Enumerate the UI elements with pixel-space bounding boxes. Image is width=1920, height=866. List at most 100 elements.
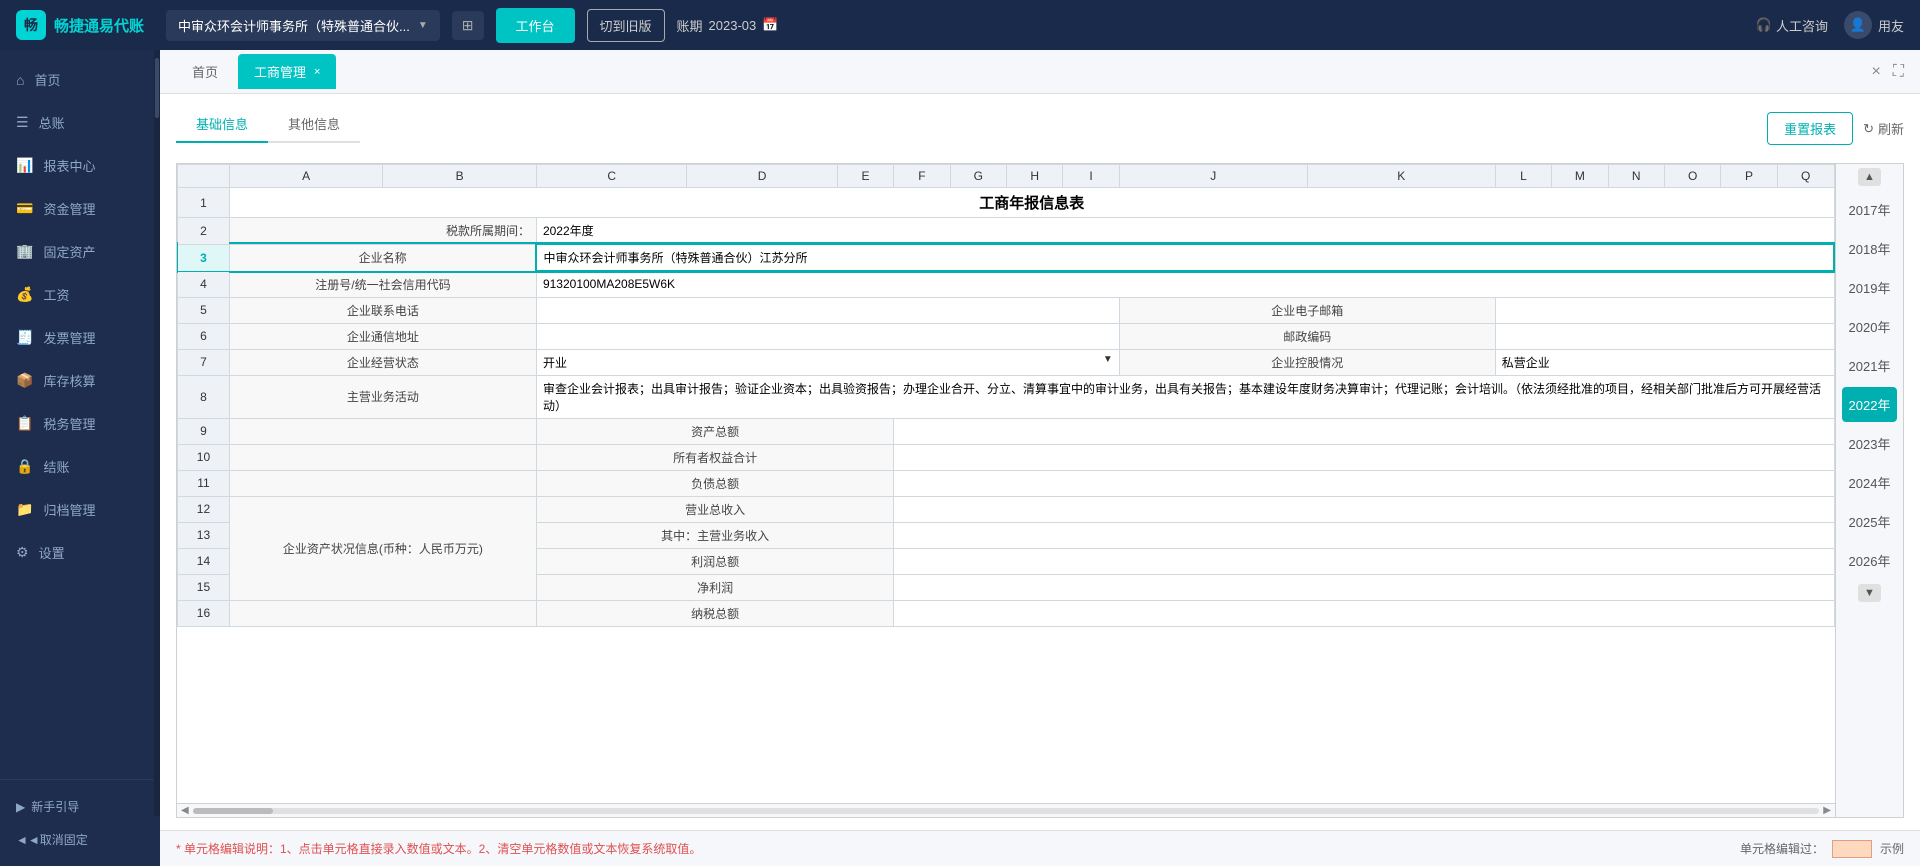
calendar-icon[interactable]: 📅 bbox=[762, 17, 778, 33]
label-cell[interactable]: 企业经营状态 bbox=[229, 349, 536, 375]
value-cell[interactable] bbox=[894, 574, 1834, 600]
workbench-button[interactable]: 工作台 bbox=[496, 8, 575, 43]
value-cell[interactable] bbox=[894, 444, 1834, 470]
value-cell[interactable] bbox=[1495, 323, 1834, 349]
label-cell[interactable]: 营业总收入 bbox=[536, 496, 893, 522]
col-b[interactable]: B bbox=[383, 165, 537, 188]
sidebar-item-report[interactable]: 📊 报表中心 bbox=[0, 144, 160, 187]
col-a[interactable]: A bbox=[229, 165, 382, 188]
label-cell[interactable]: 企业联系电话 bbox=[229, 297, 536, 323]
refresh-button[interactable]: ↻ 刷新 bbox=[1863, 119, 1904, 138]
tab-other-info[interactable]: 其他信息 bbox=[268, 106, 360, 143]
value-cell[interactable] bbox=[894, 470, 1834, 496]
old-version-button[interactable]: 切到旧版 bbox=[587, 9, 665, 42]
value-cell[interactable] bbox=[894, 600, 1834, 626]
sidebar-item-invoice[interactable]: 🧾 发票管理 bbox=[0, 316, 160, 359]
col-g[interactable]: G bbox=[950, 165, 1006, 188]
sidebar-item-close[interactable]: 🔒 结账 bbox=[0, 445, 160, 488]
label-cell[interactable]: 纳税总额 bbox=[536, 600, 893, 626]
value-cell[interactable]: 开业 ▼ bbox=[536, 349, 1119, 375]
sidebar-item-home[interactable]: ⌂ 首页 bbox=[0, 58, 160, 101]
year-down-button[interactable]: ▼ bbox=[1858, 584, 1881, 602]
col-j[interactable]: J bbox=[1119, 165, 1307, 188]
close-tab-icon[interactable]: × bbox=[314, 66, 320, 78]
col-k[interactable]: K bbox=[1307, 165, 1495, 188]
expand-icon[interactable]: ⛶ bbox=[1893, 63, 1904, 81]
label-cell[interactable] bbox=[229, 418, 536, 444]
assets-section-label[interactable]: 企业资产状况信息(币种：人民币万元) bbox=[229, 496, 536, 600]
value-cell[interactable]: 审查企业会计报表；出具审计报告；验证企业资本；出具验资报告；办理企业合开、分立、… bbox=[536, 375, 1834, 418]
value-cell[interactable]: 2022年度 bbox=[536, 218, 1834, 245]
year-2026[interactable]: 2026年 bbox=[1842, 543, 1897, 578]
col-p[interactable]: P bbox=[1721, 165, 1777, 188]
label-cell[interactable]: 净利润 bbox=[536, 574, 893, 600]
col-f[interactable]: F bbox=[894, 165, 950, 188]
value-cell[interactable]: 私营企业 bbox=[1495, 349, 1834, 375]
tab-commerce[interactable]: 工商管理 × bbox=[238, 54, 336, 89]
sidebar-item-inventory[interactable]: 📦 库存核算 bbox=[0, 359, 160, 402]
label-cell[interactable] bbox=[229, 600, 536, 626]
label-cell[interactable]: 主营业务活动 bbox=[229, 375, 536, 418]
label-cell[interactable]: 企业控股情况 bbox=[1119, 349, 1495, 375]
value-cell[interactable] bbox=[536, 323, 1119, 349]
spreadsheet-table-wrap[interactable]: A B C D E F G H I J bbox=[177, 164, 1835, 803]
col-c[interactable]: C bbox=[536, 165, 686, 188]
sheet-title-cell[interactable]: 工商年报信息表 bbox=[229, 188, 1834, 218]
year-2021[interactable]: 2021年 bbox=[1842, 348, 1897, 383]
year-2017[interactable]: 2017年 bbox=[1842, 192, 1897, 227]
year-2025[interactable]: 2025年 bbox=[1842, 504, 1897, 539]
label-cell[interactable] bbox=[229, 470, 536, 496]
year-up-button[interactable]: ▲ bbox=[1858, 168, 1881, 186]
year-2022[interactable]: 2022年 bbox=[1842, 387, 1897, 422]
value-cell[interactable] bbox=[1495, 297, 1834, 323]
label-cell[interactable]: 企业名称 bbox=[229, 244, 536, 271]
horizontal-scrollbar[interactable]: ◀ ▶ bbox=[177, 803, 1835, 817]
tab-basic-info[interactable]: 基础信息 bbox=[176, 106, 268, 143]
value-cell[interactable] bbox=[894, 496, 1834, 522]
copy-button[interactable]: ⊞ bbox=[452, 11, 484, 40]
label-cell[interactable]: 企业通信地址 bbox=[229, 323, 536, 349]
sidebar-item-tax[interactable]: 📋 税务管理 bbox=[0, 402, 160, 445]
label-cell[interactable]: 所有者权益合计 bbox=[536, 444, 893, 470]
scrollbar-thumb[interactable] bbox=[193, 808, 273, 814]
col-e[interactable]: E bbox=[837, 165, 893, 188]
col-i[interactable]: I bbox=[1063, 165, 1119, 188]
col-n[interactable]: N bbox=[1608, 165, 1664, 188]
company-name-cell[interactable]: 中审众环会计师事务所（特殊普通合伙）江苏分所 bbox=[536, 244, 1834, 271]
label-cell[interactable]: 利润总额 bbox=[536, 548, 893, 574]
col-l[interactable]: L bbox=[1495, 165, 1551, 188]
sidebar-item-settings[interactable]: ⚙ 设置 bbox=[0, 531, 160, 574]
value-cell[interactable] bbox=[894, 418, 1834, 444]
scroll-right-icon[interactable]: ▶ bbox=[1823, 805, 1831, 816]
close-window-icon[interactable]: × bbox=[1871, 63, 1880, 81]
year-2024[interactable]: 2024年 bbox=[1842, 465, 1897, 500]
sidebar-item-archive[interactable]: 📁 归档管理 bbox=[0, 488, 160, 531]
service-button[interactable]: 🎧 人工咨询 bbox=[1756, 16, 1828, 35]
new-guide-button[interactable]: ▶ 新手引导 bbox=[0, 790, 160, 823]
tab-home[interactable]: 首页 bbox=[176, 52, 234, 91]
label-cell[interactable] bbox=[229, 444, 536, 470]
label-cell[interactable]: 其中：主营业务收入 bbox=[536, 522, 893, 548]
sidebar-item-finance[interactable]: 💳 资金管理 bbox=[0, 187, 160, 230]
label-cell[interactable]: 资产总额 bbox=[536, 418, 893, 444]
col-h[interactable]: H bbox=[1006, 165, 1062, 188]
year-2020[interactable]: 2020年 bbox=[1842, 309, 1897, 344]
label-cell[interactable]: 企业电子邮箱 bbox=[1119, 297, 1495, 323]
label-cell[interactable]: 税款所属期间： bbox=[229, 218, 536, 245]
year-2019[interactable]: 2019年 bbox=[1842, 270, 1897, 305]
value-cell[interactable] bbox=[536, 297, 1119, 323]
user-info[interactable]: 👤 用友 bbox=[1844, 11, 1904, 39]
value-cell[interactable]: 91320100MA208E5W6K bbox=[536, 271, 1834, 297]
col-q[interactable]: Q bbox=[1777, 165, 1834, 188]
company-selector[interactable]: 中审众环会计师事务所（特殊普通合伙... ▼ bbox=[166, 10, 440, 41]
sidebar-item-ledger[interactable]: ☰ 总账 bbox=[0, 101, 160, 144]
col-o[interactable]: O bbox=[1664, 165, 1720, 188]
label-cell[interactable]: 邮政编码 bbox=[1119, 323, 1495, 349]
year-2023[interactable]: 2023年 bbox=[1842, 426, 1897, 461]
label-cell[interactable]: 负债总额 bbox=[536, 470, 893, 496]
value-cell[interactable] bbox=[894, 522, 1834, 548]
cancel-pin-button[interactable]: ◄◄取消固定 bbox=[0, 823, 160, 856]
label-cell[interactable]: 注册号/统一社会信用代码 bbox=[229, 271, 536, 297]
sidebar-item-asset[interactable]: 🏢 固定资产 bbox=[0, 230, 160, 273]
sidebar-item-wage[interactable]: 💰 工资 bbox=[0, 273, 160, 316]
